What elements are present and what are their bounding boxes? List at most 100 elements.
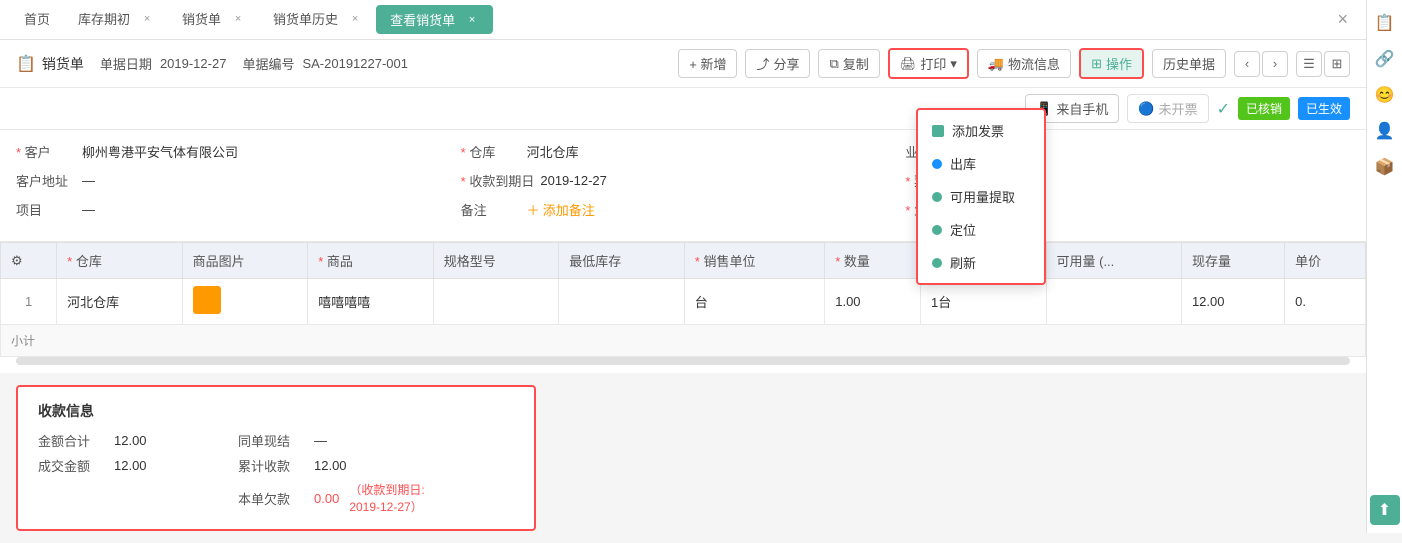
product-table: ⚙ 仓库 商品图片 商品 规格型号 最低库存 销售单位 数量 包装数量 可用量 … [0,242,1366,357]
payment-info-box: 收款信息 金额合计 12.00 同单现结 — 成交金额 12.00 累计收款 1… [16,385,536,531]
address-label: 客户地址 [16,171,76,190]
cumulative-payment-label: 累计收款 [238,456,308,475]
tab-sales-history[interactable]: 销货单历史 × [259,0,376,40]
row-current-stock: 12.00 [1181,279,1284,325]
sidebar-package-icon[interactable]: 📦 [1370,152,1400,182]
form-row-1: 客户 柳州粤港平安气体有限公司 仓库 河北仓库 业务员 演示账号 [16,142,1350,161]
window-close-button[interactable]: × [1329,5,1356,34]
outbound-icon [932,159,942,169]
tab-home[interactable]: 首页 [10,0,64,40]
project-value: — [82,202,95,217]
col-product-img: 商品图片 [182,243,308,279]
toolbar-secondary: 📱 来自手机 🔵 未开票 ✓ 已核销 已生效 [0,88,1366,130]
tab-home-label: 首页 [24,9,50,28]
row-product-img [182,279,308,325]
outstanding-value: 0.00 [314,491,339,506]
tab-view-sales-close[interactable]: × [465,13,479,27]
sidebar-expand-icon[interactable]: ⬆ [1370,495,1400,525]
operations-button[interactable]: ⊞ 操作 [1079,48,1144,79]
row-pack-qty: 1台 [920,279,1046,325]
tab-sales-close[interactable]: × [231,12,245,26]
table-header-row: ⚙ 仓库 商品图片 商品 规格型号 最低库存 销售单位 数量 包装数量 可用量 … [1,243,1366,279]
outstanding-date: （收款到期日: 2019-12-27） [349,481,438,515]
tab-view-sales[interactable]: 查看销货单 × [376,5,493,34]
document-title: 📋 销货单 [16,54,84,74]
payment-title: 收款信息 [38,401,514,421]
empty-row [38,481,238,515]
deal-amount-value: 12.00 [114,458,147,473]
row-min-stock [559,279,685,325]
row-num: 1 [1,279,57,325]
payment-date-value: 2019-12-27 [540,173,607,188]
effect-status-tag: 已生效 [1298,97,1350,120]
new-button[interactable]: + 新增 [678,49,737,78]
next-button[interactable]: › [1262,51,1288,77]
sidebar-emoji-icon[interactable]: 😊 [1370,80,1400,110]
col-quantity: 数量 [825,243,921,279]
project-field: 项目 — [16,200,461,219]
add-remark-button[interactable]: ＋ 添加备注 [527,200,595,219]
tab-bar: 首页 库存期初 × 销货单 × 销货单历史 × 查看销货单 × × [0,0,1366,40]
locate-icon [932,225,942,235]
history-button[interactable]: 历史单据 [1152,49,1226,78]
print-button[interactable]: 🖨 打印 ▾ [888,48,969,79]
refresh-item[interactable]: 刷新 [918,246,1044,279]
product-image [193,286,221,314]
tab-sales[interactable]: 销货单 × [168,0,259,40]
table-row: 1 河北仓库 嘻嘻嘻嘻 台 1.00 1台 12.00 0. [1,279,1366,325]
col-settings[interactable]: ⚙ [1,243,57,279]
outbound-label: 出库 [950,154,976,173]
sidebar-user-icon[interactable]: 👤 [1370,116,1400,146]
check-icon: ✓ [1217,99,1230,119]
document-title-text: 销货单 [42,54,84,74]
tab-inventory-label: 库存期初 [78,9,130,28]
not-opened-button[interactable]: 🔵 未开票 [1127,94,1208,123]
print-icon: 🖨 [900,56,917,72]
prev-button[interactable]: ‹ [1234,51,1260,77]
date-label: 单据日期 2019-12-27 [100,54,227,73]
subtotal-row: 小计 [1,325,1366,357]
tab-inventory[interactable]: 库存期初 × [64,0,168,40]
navigation-arrows: ‹ › [1234,51,1288,77]
amount-total-row: 金额合计 12.00 [38,431,238,450]
form-row-3: 项目 — 备注 ＋ 添加备注 业务员孟 — [16,200,1350,219]
outbound-item[interactable]: 出库 [918,147,1044,180]
amount-total-value: 12.00 [114,433,147,448]
payment-date-label: 收款到期日 [461,171,535,190]
operations-dropdown: 添加发票 出库 可用量提取 定位 刷新 [916,108,1046,285]
sidebar-link-icon[interactable]: 🔗 [1370,44,1400,74]
add-invoice-item[interactable]: 添加发票 [918,114,1044,147]
address-field: 客户地址 — [16,171,461,190]
col-warehouse: 仓库 [57,243,183,279]
sidebar-notes-icon[interactable]: 📋 [1370,8,1400,38]
tab-inventory-close[interactable]: × [140,12,154,26]
document-header: 📋 销货单 单据日期 2019-12-27 单据编号 SA-20191227-0… [0,40,1366,88]
share-button[interactable]: ⤴ 分享 [745,49,810,78]
grid-view-button[interactable]: ⊞ [1324,51,1350,77]
product-table-wrapper: ⚙ 仓库 商品图片 商品 规格型号 最低库存 销售单位 数量 包装数量 可用量 … [0,242,1366,373]
copy-icon: ⧉ [829,56,838,72]
outstanding-label: 本单欠款 [238,489,308,508]
payment-grid: 金额合计 12.00 同单现结 — 成交金额 12.00 累计收款 12.00 … [38,431,514,515]
refresh-icon [932,258,942,268]
list-view-button[interactable]: ☰ [1296,51,1322,77]
tab-sales-history-label: 销货单历史 [273,9,338,28]
project-label: 项目 [16,200,76,219]
outstanding-row: 本单欠款 0.00 （收款到期日: 2019-12-27） [238,481,438,515]
table-scrollbar[interactable] [16,357,1350,365]
col-available: 可用量 (... [1046,243,1181,279]
logistics-button[interactable]: 🚚 物流信息 [977,49,1071,78]
add-invoice-label: 添加发票 [952,121,1004,140]
row-quantity: 1.00 [825,279,921,325]
tab-view-sales-label: 查看销货单 [390,10,455,29]
col-unit-price: 单价 [1285,243,1366,279]
not-opened-icon: 🔵 [1138,101,1154,117]
tab-sales-history-close[interactable]: × [348,12,362,26]
locate-item[interactable]: 定位 [918,213,1044,246]
address-value: — [82,173,95,188]
warehouse-field: 仓库 河北仓库 [461,142,906,161]
payment-date-field: 收款到期日 2019-12-27 [461,171,906,190]
copy-button[interactable]: ⧉ 复制 [818,49,879,78]
subtotal-label: 小计 [1,325,1366,357]
available-pickup-item[interactable]: 可用量提取 [918,180,1044,213]
